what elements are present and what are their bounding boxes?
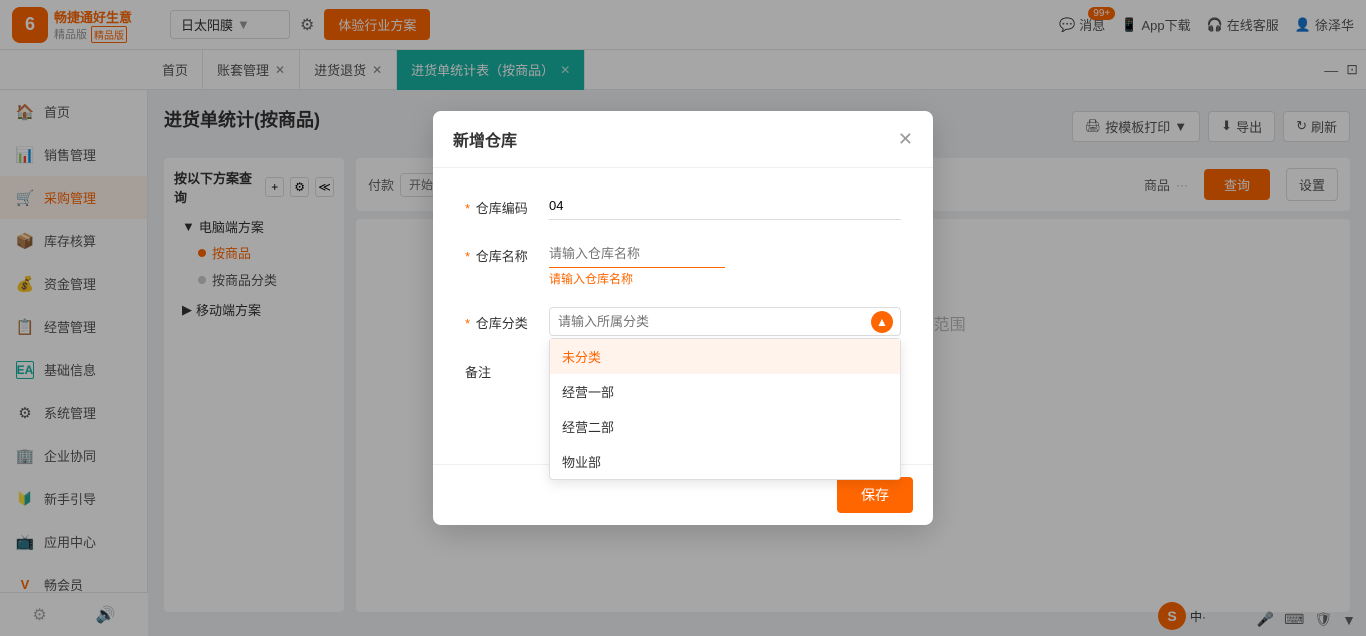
dialog-close-btn[interactable]: ✕ — [898, 129, 913, 150]
category-dropdown: 未分类 经营一部 经营二部 物业部 — [549, 338, 901, 480]
dialog-body: * 仓库编码 * 仓库名称 请输入仓库名称 * 仓库分类 — [433, 168, 933, 464]
dropdown-item-2[interactable]: 经营二部 — [550, 409, 900, 444]
category-field-row: * 仓库分类 ▲ 未分类 经营一部 经营二部 物业部 — [465, 307, 901, 336]
code-label: * 仓库编码 — [465, 192, 537, 217]
code-field-row: * 仓库编码 — [465, 192, 901, 220]
category-select-wrap: ▲ 未分类 经营一部 经营二部 物业部 — [549, 307, 901, 336]
name-input[interactable] — [549, 240, 725, 268]
dropdown-item-1[interactable]: 经营一部 — [550, 374, 900, 409]
save-button[interactable]: 保存 — [837, 477, 913, 513]
select-arrow-btn[interactable]: ▲ — [871, 311, 893, 333]
category-label: * 仓库分类 — [465, 307, 537, 332]
dialog-header: 新增仓库 ✕ — [433, 111, 933, 168]
dropdown-item-3[interactable]: 物业部 — [550, 444, 900, 479]
new-warehouse-dialog: 新增仓库 ✕ * 仓库编码 * 仓库名称 请输入仓库名称 — [433, 111, 933, 525]
notes-label: 备注 — [465, 356, 537, 381]
name-field-row: * 仓库名称 请输入仓库名称 — [465, 240, 901, 287]
code-input[interactable] — [549, 192, 901, 220]
name-label: * 仓库名称 — [465, 240, 537, 265]
dialog-title: 新增仓库 — [453, 127, 517, 151]
category-input[interactable] — [549, 307, 901, 336]
dropdown-item-0[interactable]: 未分类 — [550, 339, 900, 374]
name-error-msg: 请输入仓库名称 — [549, 270, 725, 287]
